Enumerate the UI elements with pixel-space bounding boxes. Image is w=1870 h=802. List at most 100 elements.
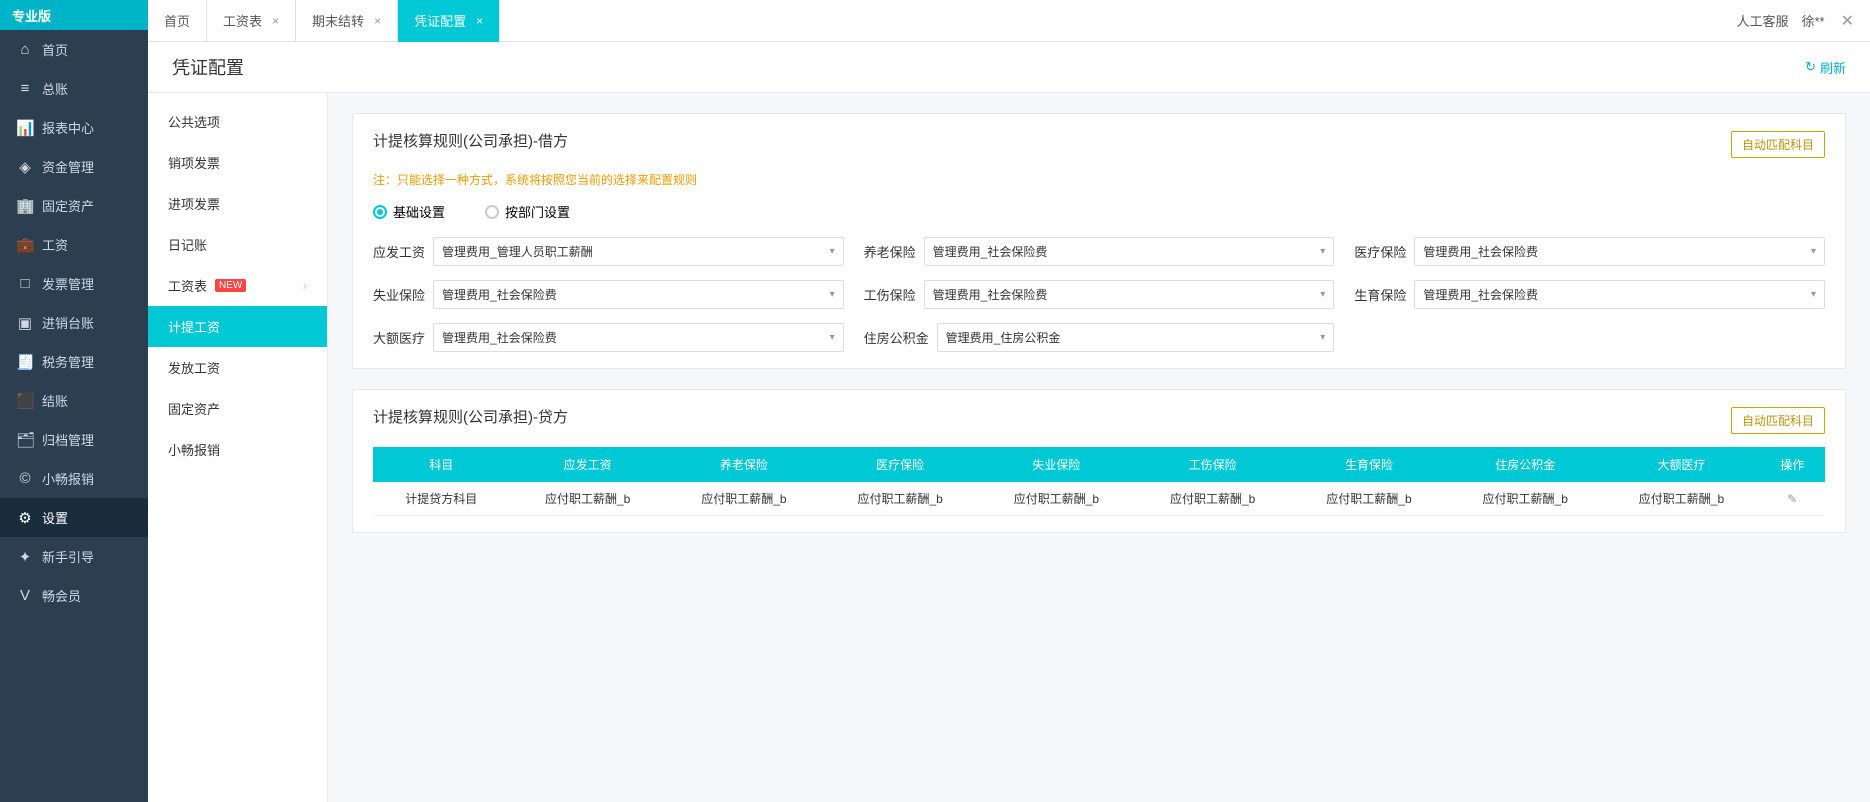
tab-close-voucher[interactable]: ×	[476, 14, 483, 28]
select-pension[interactable]: 管理费用_社会保险费 ▾	[924, 237, 1335, 266]
sidebar-label-archive: 归档管理	[42, 430, 94, 449]
edit-icon[interactable]: ✎	[1787, 492, 1797, 506]
cell-maternity: 应付职工薪酬_b	[1291, 482, 1447, 516]
topbar-right: 人工客服 徐** ✕	[1736, 11, 1870, 31]
fixed-assets-icon: 🏢	[16, 197, 34, 215]
radio-department-circle	[485, 205, 499, 219]
tab-home[interactable]: 首页	[148, 0, 207, 42]
select-salary[interactable]: 管理费用_管理人员职工薪酬 ▾	[433, 237, 844, 266]
sidebar-item-home[interactable]: ⌂ 首页	[0, 30, 148, 69]
select-medical-value: 管理费用_社会保险费	[1423, 243, 1807, 260]
select-large-medical-value: 管理费用_社会保险费	[442, 329, 826, 346]
tab-bar: 首页 工资表 × 期末结转 × 凭证配置 × 人工客服 徐** ✕	[148, 0, 1870, 42]
sidebar-item-ledger[interactable]: ≡ 总账	[0, 69, 148, 108]
sidebar-label-close: 结账	[42, 391, 68, 410]
main-panel: 计提核算规则(公司承担)-借方 自动匹配科目 注：只能选择一种方式，系统将按照您…	[328, 93, 1870, 802]
select-large-medical[interactable]: 管理费用_社会保险费 ▾	[433, 323, 844, 352]
cell-injury: 应付职工薪酬_b	[1135, 482, 1291, 516]
radio-department-label: 按部门设置	[505, 202, 570, 221]
select-medical[interactable]: 管理费用_社会保险费 ▾	[1414, 237, 1825, 266]
debit-auto-match-button[interactable]: 自动匹配科目	[1731, 131, 1825, 158]
refresh-label: 刷新	[1820, 58, 1846, 77]
credit-auto-match-button[interactable]: 自动匹配科目	[1731, 407, 1825, 434]
chevron-down-icon: ▾	[830, 246, 835, 257]
sidebar: 专业版 ⌂ 首页 ≡ 总账 📊 报表中心 ◈ 资金管理 🏢 固定资产 💼 工资 …	[0, 0, 148, 802]
cell-medical: 应付职工薪酬_b	[822, 482, 978, 516]
form-row-salary: 应发工资 管理费用_管理人员职工薪酬 ▾	[373, 237, 844, 266]
app-title: 专业版	[0, 0, 148, 30]
form-row-injury: 工伤保险 管理费用_社会保险费 ▾	[864, 280, 1335, 309]
select-maternity[interactable]: 管理费用_社会保险费 ▾	[1414, 280, 1825, 309]
sidebar-item-tax[interactable]: 🧾 税务管理	[0, 342, 148, 381]
sidebar-label-home: 首页	[42, 40, 68, 59]
debit-section: 计提核算规则(公司承担)-借方 自动匹配科目 注：只能选择一种方式，系统将按照您…	[352, 113, 1846, 369]
main-area: 首页 工资表 × 期末结转 × 凭证配置 × 人工客服 徐** ✕ 凭证配置 ↻…	[148, 0, 1870, 802]
form-row-large-medical: 大额医疗 管理费用_社会保险费 ▾	[373, 323, 844, 352]
tab-salary-table[interactable]: 工资表 ×	[207, 0, 296, 42]
sidebar-item-close[interactable]: ⬛ 结账	[0, 381, 148, 420]
sidebar-label-purchase-sales: 进销台账	[42, 313, 94, 332]
radio-group: 基础设置 按部门设置	[373, 202, 1825, 221]
select-salary-value: 管理费用_管理人员职工薪酬	[442, 243, 826, 260]
left-nav-sales-invoice[interactable]: 销项发票	[148, 142, 327, 183]
cell-edit[interactable]: ✎	[1760, 482, 1825, 516]
col-action: 操作	[1760, 447, 1825, 482]
sidebar-label-fixed-assets: 固定资产	[42, 196, 94, 215]
label-medical: 医疗保险	[1354, 242, 1406, 261]
sidebar-label-funds: 资金管理	[42, 157, 94, 176]
select-injury[interactable]: 管理费用_社会保险费 ▾	[924, 280, 1335, 309]
cell-unemployment: 应付职工薪酬_b	[978, 482, 1134, 516]
close-account-icon: ⬛	[16, 392, 34, 410]
left-nav-accrual[interactable]: 计提工资	[148, 306, 327, 347]
sidebar-label-settings: 设置	[42, 508, 68, 527]
sidebar-item-archive[interactable]: 🗂 归档管理	[0, 420, 148, 459]
form-row-unemployment: 失业保险 管理费用_社会保险费 ▾	[373, 280, 844, 309]
cell-salary: 应付职工薪酬_b	[509, 482, 665, 516]
left-nav: 公共选项 销项发票 进项发票 日记账 工资表 NEW › 计提工资 发放工资	[148, 93, 328, 802]
chevron-down-icon: ▾	[830, 289, 835, 300]
member-icon: V	[16, 587, 34, 604]
select-housing-fund[interactable]: 管理费用_住房公积金 ▾	[937, 323, 1335, 352]
sidebar-item-purchase-sales[interactable]: ▣ 进销台账	[0, 303, 148, 342]
radio-basic[interactable]: 基础设置	[373, 202, 445, 221]
left-nav-purchase-invoice[interactable]: 进项发票	[148, 183, 327, 224]
left-nav-small-report[interactable]: 小畅报销	[148, 429, 327, 470]
sidebar-item-settings[interactable]: ⚙ 设置	[0, 498, 148, 537]
credit-table: 科目 应发工资 养老保险 医疗保险 失业保险 工伤保险 生育保险 住房公积金 大…	[373, 447, 1825, 516]
radio-department[interactable]: 按部门设置	[485, 202, 570, 221]
chevron-down-icon: ▾	[1811, 246, 1816, 257]
sidebar-label-invoice: 发票管理	[42, 274, 94, 293]
left-nav-journal[interactable]: 日记账	[148, 224, 327, 265]
purchase-sales-icon: ▣	[16, 314, 34, 332]
sidebar-label-reports: 报表中心	[42, 118, 94, 137]
left-nav-fixed-assets[interactable]: 固定资产	[148, 388, 327, 429]
sidebar-label-member: 畅会员	[42, 586, 81, 605]
tab-close-salary[interactable]: ×	[272, 14, 279, 28]
select-unemployment[interactable]: 管理费用_社会保险费 ▾	[433, 280, 844, 309]
refresh-button[interactable]: ↻ 刷新	[1805, 58, 1846, 77]
tab-period-close[interactable]: 期末结转 ×	[296, 0, 398, 42]
sidebar-item-member[interactable]: V 畅会员	[0, 576, 148, 615]
sidebar-item-reports[interactable]: 📊 报表中心	[0, 108, 148, 147]
credit-section-header: 计提核算规则(公司承担)-贷方 自动匹配科目	[373, 406, 1825, 435]
sidebar-item-salary[interactable]: 💼 工资	[0, 225, 148, 264]
archive-icon: 🗂	[16, 431, 34, 449]
chevron-down-icon: ▾	[1320, 289, 1325, 300]
close-window-icon[interactable]: ✕	[1841, 11, 1854, 31]
ledger-icon: ≡	[16, 80, 34, 97]
sidebar-item-fixed-assets[interactable]: 🏢 固定资产	[0, 186, 148, 225]
form-row-medical: 医疗保险 管理费用_社会保险费 ▾	[1354, 237, 1825, 266]
radio-basic-circle	[373, 205, 387, 219]
left-nav-public[interactable]: 公共选项	[148, 101, 327, 142]
page-header: 凭证配置 ↻ 刷新	[148, 42, 1870, 93]
sidebar-item-invoice[interactable]: □ 发票管理	[0, 264, 148, 303]
sidebar-item-guide[interactable]: ✦ 新手引导	[0, 537, 148, 576]
sidebar-item-funds[interactable]: ◈ 资金管理	[0, 147, 148, 186]
left-nav-pay-salary[interactable]: 发放工资	[148, 347, 327, 388]
home-icon: ⌂	[16, 41, 34, 58]
chevron-down-icon: ▾	[1811, 289, 1816, 300]
tab-voucher-config[interactable]: 凭证配置 ×	[398, 0, 500, 42]
sidebar-item-xiaochang[interactable]: © 小畅报销	[0, 459, 148, 498]
tab-close-period[interactable]: ×	[374, 14, 381, 28]
left-nav-salary-table[interactable]: 工资表 NEW ›	[148, 265, 327, 306]
